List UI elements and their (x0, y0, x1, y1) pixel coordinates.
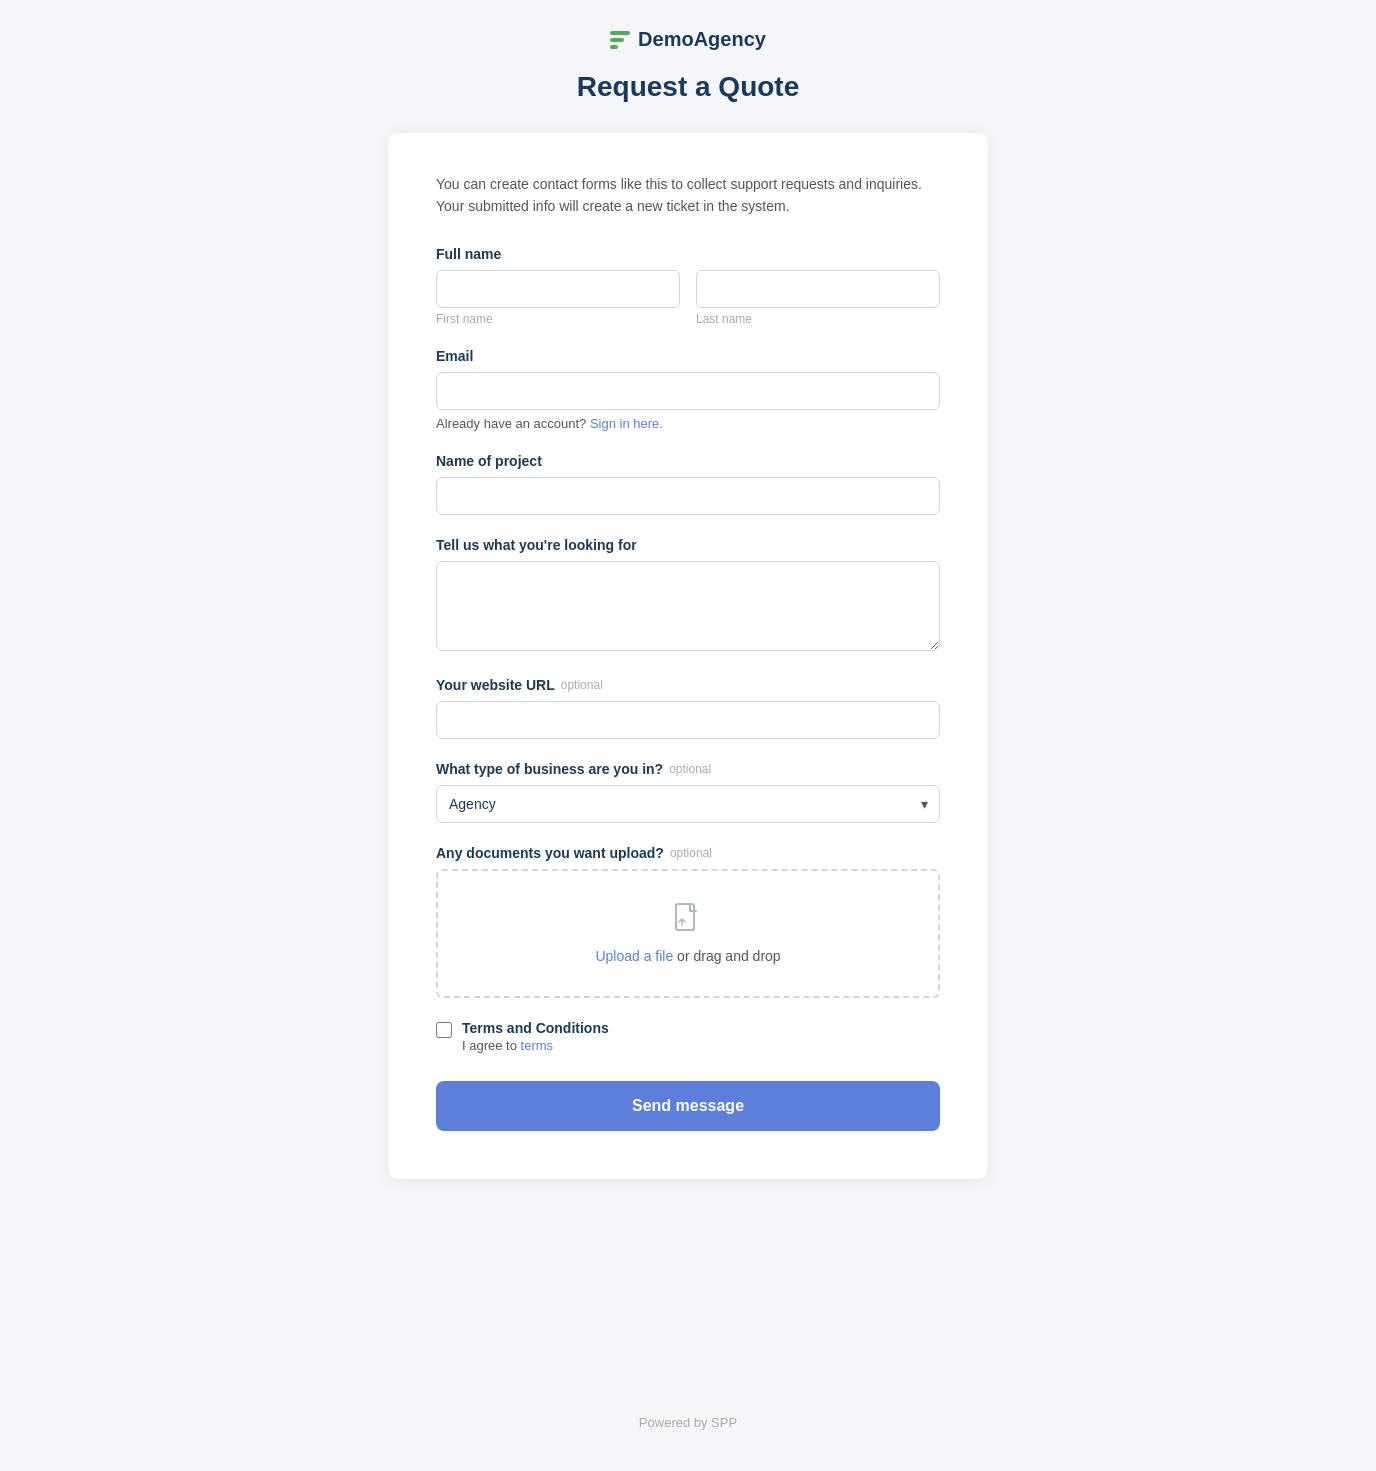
email-input[interactable] (436, 372, 940, 410)
terms-checkbox[interactable] (436, 1022, 452, 1038)
business-type-select[interactable]: AgencyFreelancerStartupEnterpriseNon-pro… (436, 785, 940, 823)
submit-button[interactable]: Send message (436, 1081, 940, 1131)
form-description: You can create contact forms like this t… (436, 173, 940, 218)
terms-row: Terms and Conditions I agree to terms (436, 1020, 940, 1053)
footer: Powered by SPP (639, 1393, 737, 1471)
website-url-group: Your website URL optional (436, 677, 940, 739)
svg-rect-0 (676, 904, 694, 930)
business-type-select-wrapper: AgencyFreelancerStartupEnterpriseNon-pro… (436, 785, 940, 823)
project-name-label: Name of project (436, 453, 940, 469)
business-type-group: What type of business are you in? option… (436, 761, 940, 823)
upload-file-link[interactable]: Upload a file (595, 948, 673, 964)
project-name-group: Name of project (436, 453, 940, 515)
terms-link[interactable]: terms (521, 1038, 554, 1053)
website-url-input[interactable] (436, 701, 940, 739)
sign-in-text: Already have an account? Sign in here. (436, 416, 940, 431)
first-name-field: First name (436, 270, 680, 326)
full-name-label: Full name (436, 246, 940, 262)
last-name-field: Last name (696, 270, 940, 326)
sign-in-link[interactable]: Sign in here. (590, 416, 663, 431)
documents-optional: optional (670, 846, 712, 860)
looking-for-input[interactable] (436, 561, 940, 651)
looking-for-label: Tell us what you're looking for (436, 537, 940, 553)
upload-area[interactable]: Upload a file or drag and drop (436, 869, 940, 998)
business-type-label: What type of business are you in? option… (436, 761, 940, 777)
website-url-optional: optional (561, 678, 603, 692)
logo-text: DemoAgency (638, 28, 766, 51)
last-name-input[interactable] (696, 270, 940, 308)
terms-content: Terms and Conditions I agree to terms (462, 1020, 609, 1053)
page-title: Request a Quote (577, 71, 799, 103)
form-card: You can create contact forms like this t… (388, 133, 988, 1179)
business-type-optional: optional (669, 762, 711, 776)
terms-subtitle: I agree to terms (462, 1038, 609, 1053)
name-row: First name Last name (436, 270, 940, 326)
first-name-sublabel: First name (436, 312, 680, 326)
email-group: Email Already have an account? Sign in h… (436, 348, 940, 431)
website-url-label: Your website URL optional (436, 677, 940, 693)
footer-text: Powered by SPP (639, 1415, 737, 1430)
upload-file-icon (674, 903, 702, 940)
looking-for-group: Tell us what you're looking for (436, 537, 940, 655)
terms-title[interactable]: Terms and Conditions (462, 1020, 609, 1036)
logo-icon (610, 31, 630, 49)
email-label: Email (436, 348, 940, 364)
documents-group: Any documents you want upload? optional … (436, 845, 940, 998)
site-header: DemoAgency (610, 0, 766, 71)
last-name-sublabel: Last name (696, 312, 940, 326)
first-name-input[interactable] (436, 270, 680, 308)
upload-text: Upload a file or drag and drop (595, 948, 780, 964)
documents-label: Any documents you want upload? optional (436, 845, 940, 861)
full-name-group: Full name First name Last name (436, 246, 940, 326)
project-name-input[interactable] (436, 477, 940, 515)
